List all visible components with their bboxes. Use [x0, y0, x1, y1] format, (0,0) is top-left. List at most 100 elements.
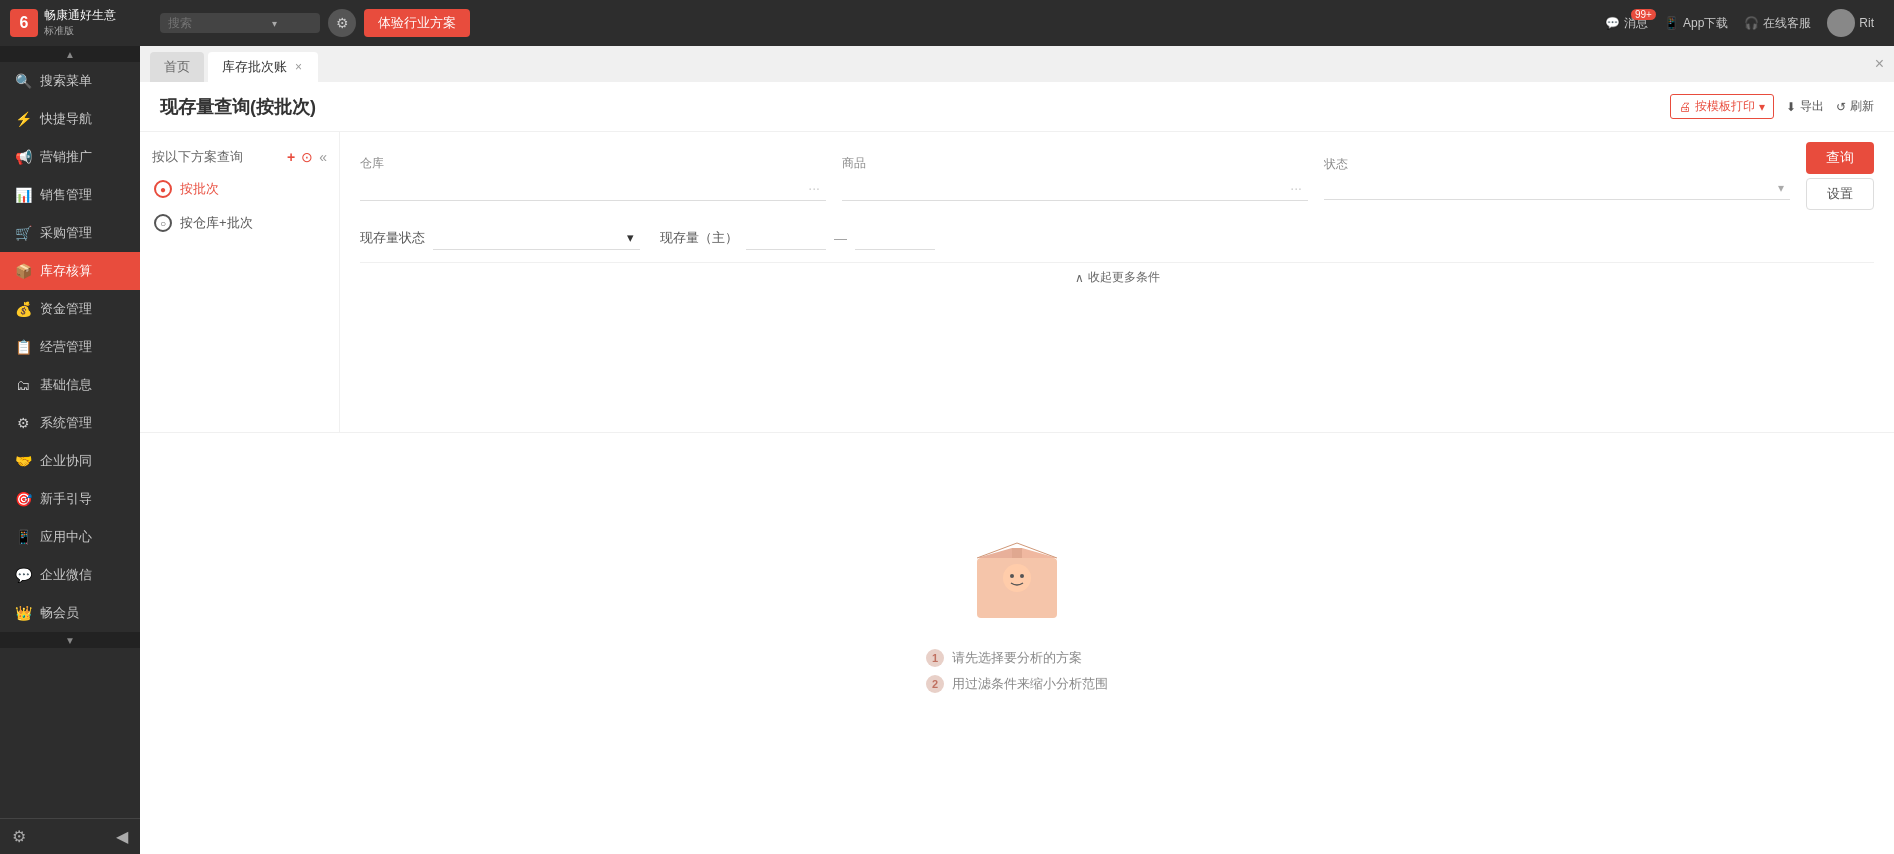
- warehouse-input-wrapper[interactable]: ···: [360, 176, 826, 201]
- app-download-button[interactable]: 📱 App下载: [1664, 15, 1728, 32]
- tab-home[interactable]: 首页: [150, 52, 204, 82]
- tab-close-icon[interactable]: ×: [293, 60, 304, 74]
- sidebar-item-marketing[interactable]: 📢 营销推广: [0, 138, 140, 176]
- sidebar-scroll-up[interactable]: ▲: [0, 46, 140, 62]
- stock-qty-min-input[interactable]: [746, 226, 826, 250]
- filter-right: 仓库 ··· 商品 ···: [340, 132, 1894, 432]
- system-icon: ⚙: [14, 414, 32, 432]
- sidebar-label-wechat: 企业微信: [40, 566, 92, 584]
- logo-area: 6 畅康通好生意 标准版: [10, 8, 150, 38]
- edition-label: 标准版: [44, 24, 116, 38]
- svg-point-4: [1020, 574, 1024, 578]
- user-avatar-button[interactable]: Rit: [1827, 9, 1874, 37]
- messages-button[interactable]: 💬 消息 99+: [1605, 15, 1648, 32]
- sidebar: ▲ 🔍 搜索菜单 ⚡ 快捷导航 📢 营销推广 📊 销售管理 🛒 采购管理 📦 库…: [0, 46, 140, 854]
- scheme-header-actions: + ⊙ «: [287, 149, 327, 165]
- sidebar-item-wechat[interactable]: 💬 企业微信: [0, 556, 140, 594]
- online-service-label: 在线客服: [1763, 15, 1811, 32]
- product-input-wrapper[interactable]: ···: [842, 176, 1308, 201]
- footer-settings-icon[interactable]: ⚙: [12, 827, 26, 846]
- status-select[interactable]: ▾: [1324, 177, 1790, 200]
- svg-point-3: [1010, 574, 1014, 578]
- sidebar-footer: ⚙ ◀: [0, 818, 140, 854]
- phone-icon: 📱: [1664, 16, 1679, 30]
- trial-button[interactable]: 体验行业方案: [364, 9, 470, 37]
- sales-icon: 📊: [14, 186, 32, 204]
- product-dots[interactable]: ···: [1290, 180, 1302, 196]
- sidebar-label-appcenter: 应用中心: [40, 528, 92, 546]
- header-search-bar[interactable]: ▾: [160, 13, 320, 33]
- stock-status-select[interactable]: ▾: [433, 226, 640, 250]
- sidebar-item-operation[interactable]: 📋 经营管理: [0, 328, 140, 366]
- sidebar-item-purchase[interactable]: 🛒 采购管理: [0, 214, 140, 252]
- scheme-add-icon[interactable]: +: [287, 149, 295, 165]
- main-layout: ▲ 🔍 搜索菜单 ⚡ 快捷导航 📢 营销推广 📊 销售管理 🛒 采购管理 📦 库…: [0, 46, 1894, 854]
- sidebar-item-newguide[interactable]: 🎯 新手引导: [0, 480, 140, 518]
- settings-button[interactable]: 设置: [1806, 178, 1874, 210]
- user-name: Rit: [1859, 16, 1874, 30]
- query-button[interactable]: 查询: [1806, 142, 1874, 174]
- scheme-collapse-icon[interactable]: «: [319, 149, 327, 165]
- svg-point-2: [1003, 564, 1031, 592]
- sidebar-item-appcenter[interactable]: 📱 应用中心: [0, 518, 140, 556]
- warehouse-input[interactable]: [366, 181, 808, 196]
- scheme-item-label-wbatch: 按仓库+批次: [180, 214, 253, 232]
- export-label: 导出: [1800, 98, 1824, 115]
- sidebar-scroll-down[interactable]: ▼: [0, 632, 140, 648]
- empty-illustration: [957, 513, 1077, 633]
- stock-qty-range: —: [746, 226, 935, 250]
- content-area: 首页 库存批次账 × × 现存量查询(按批次) 🖨 按模板打印 ▾: [140, 46, 1894, 854]
- sidebar-label-marketing: 营销推广: [40, 148, 92, 166]
- scheme-header: 按以下方案查询 + ⊙ «: [140, 142, 339, 172]
- filter-fields-row2: 现存量状态 ▾ 现存量（主） —: [360, 226, 1874, 250]
- warehouse-dots[interactable]: ···: [808, 180, 820, 196]
- scheme-item-by-warehouse-batch[interactable]: ○ 按仓库+批次: [140, 206, 339, 240]
- stock-qty-label: 现存量（主）: [660, 229, 738, 247]
- sidebar-label-inventory: 库存核算: [40, 262, 92, 280]
- logo-icon: 6: [10, 9, 38, 37]
- filter-item-stock-qty: 现存量（主） —: [660, 226, 940, 250]
- sidebar-item-quicknav[interactable]: ⚡ 快捷导航: [0, 100, 140, 138]
- print-button[interactable]: 🖨 按模板打印 ▾: [1670, 94, 1774, 119]
- collapse-more-label: 收起更多条件: [1088, 269, 1160, 286]
- empty-state: 1 请先选择要分析的方案 2 用过滤条件来缩小分析范围: [140, 433, 1894, 773]
- page-header: 现存量查询(按批次) 🖨 按模板打印 ▾ ⬇ 导出 ↺ 刷新: [140, 82, 1894, 132]
- tab-bar-right: ×: [1875, 55, 1884, 73]
- collapse-more-button[interactable]: ∧ 收起更多条件: [360, 262, 1874, 292]
- filter-item-stock-status: 现存量状态 ▾: [360, 226, 640, 250]
- collapse-arrow-icon: ∧: [1075, 271, 1084, 285]
- sidebar-item-sales[interactable]: 📊 销售管理: [0, 176, 140, 214]
- member-icon: 👑: [14, 604, 32, 622]
- close-page-icon[interactable]: ×: [1875, 55, 1884, 73]
- scheme-item-by-batch[interactable]: ● 按批次: [140, 172, 339, 206]
- status-chevron-icon: ▾: [1778, 181, 1784, 195]
- product-input[interactable]: [848, 181, 1290, 196]
- stock-status-chevron-icon: ▾: [627, 230, 634, 245]
- gear-button[interactable]: ⚙: [328, 9, 356, 37]
- page-content: 现存量查询(按批次) 🖨 按模板打印 ▾ ⬇ 导出 ↺ 刷新: [140, 82, 1894, 854]
- headset-icon: 🎧: [1744, 16, 1759, 30]
- empty-tip-2: 2 用过滤条件来缩小分析范围: [926, 675, 1108, 693]
- print-icon: 🖨: [1679, 100, 1691, 114]
- tip2-number: 2: [926, 675, 944, 693]
- tip2-text: 用过滤条件来缩小分析范围: [952, 675, 1108, 693]
- scheme-settings-icon[interactable]: ⊙: [301, 149, 313, 165]
- sidebar-item-basics[interactable]: 🗂 基础信息: [0, 366, 140, 404]
- wechat-icon: 💬: [14, 566, 32, 584]
- sidebar-item-search[interactable]: 🔍 搜索菜单: [0, 62, 140, 100]
- sidebar-label-finance: 资金管理: [40, 300, 92, 318]
- refresh-button[interactable]: ↺ 刷新: [1836, 98, 1874, 115]
- scheme-item-icon-batch: ●: [154, 180, 172, 198]
- sidebar-item-system[interactable]: ⚙ 系统管理: [0, 404, 140, 442]
- sidebar-item-member[interactable]: 👑 畅会员: [0, 594, 140, 632]
- footer-collapse-icon[interactable]: ◀: [116, 827, 128, 846]
- tab-inventory-batch[interactable]: 库存批次账 ×: [208, 52, 318, 82]
- header-search-input[interactable]: [168, 16, 268, 30]
- sidebar-item-finance[interactable]: 💰 资金管理: [0, 290, 140, 328]
- sidebar-label-quicknav: 快捷导航: [40, 110, 92, 128]
- export-button[interactable]: ⬇ 导出: [1786, 98, 1824, 115]
- stock-qty-max-input[interactable]: [855, 226, 935, 250]
- online-service-button[interactable]: 🎧 在线客服: [1744, 15, 1811, 32]
- sidebar-item-inventory[interactable]: 📦 库存核算: [0, 252, 140, 290]
- sidebar-item-enterprise[interactable]: 🤝 企业协同: [0, 442, 140, 480]
